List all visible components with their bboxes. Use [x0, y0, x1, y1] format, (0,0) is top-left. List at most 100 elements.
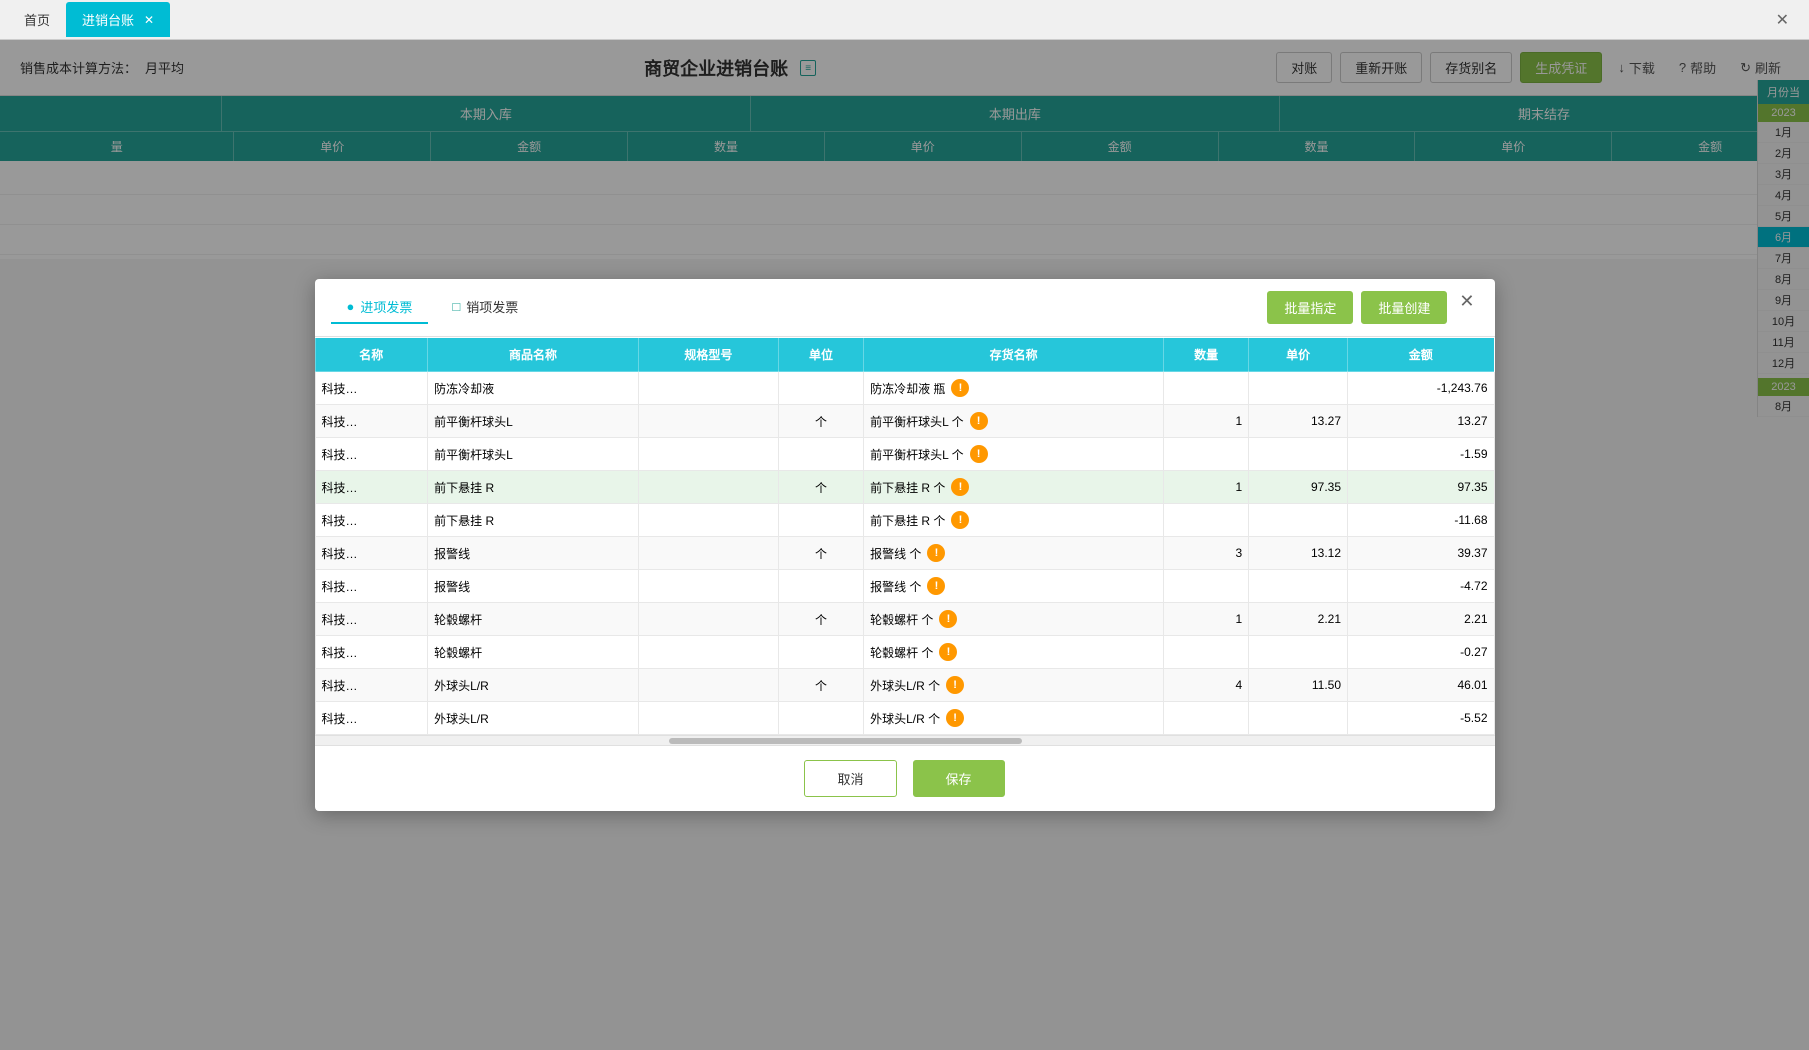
cell-quantity: 3: [1164, 537, 1249, 570]
cell-product-name: 外球头L/R: [428, 669, 639, 702]
th-price: 单价: [1249, 338, 1348, 372]
cell-quantity: [1164, 636, 1249, 669]
modal-close-button[interactable]: ✕: [1455, 291, 1478, 324]
cell-price: [1249, 504, 1348, 537]
outgoing-invoice-icon: □: [452, 299, 460, 314]
tab-ledger[interactable]: 进销台账 ✕: [66, 2, 170, 37]
save-button[interactable]: 保存: [913, 760, 1005, 797]
cell-price: [1249, 636, 1348, 669]
th-spec: 规格型号: [638, 338, 778, 372]
main-area: 销售成本计算方法： 月平均 商贸企业进销台账 ≡ 对账 重新开账 存货别名 生成…: [0, 40, 1809, 1050]
cell-amount: -1.59: [1348, 438, 1494, 471]
warning-icon: !: [927, 577, 945, 595]
cell-stock-name: 前下悬挂 R 个!: [864, 471, 1163, 503]
table-row[interactable]: 科技…前下悬挂 R个前下悬挂 R 个!197.3597.35: [315, 471, 1494, 504]
batch-assign-button[interactable]: 批量指定: [1267, 291, 1353, 324]
warning-icon: !: [927, 544, 945, 562]
table-row[interactable]: 科技…轮毂螺杆轮毂螺杆 个!-0.27: [315, 636, 1494, 669]
cell-spec: [638, 537, 778, 570]
app-close-button[interactable]: ✕: [1764, 10, 1801, 30]
cell-stock-name: 前平衡杆球头L 个!: [864, 405, 1163, 437]
cell-unit: [779, 438, 864, 471]
cell-price: 2.21: [1249, 603, 1348, 636]
th-amount: 金额: [1348, 338, 1494, 372]
modal-header-actions: 批量指定 批量创建 ✕: [1267, 291, 1478, 324]
table-row[interactable]: 科技…前平衡杆球头L个前平衡杆球头L 个!113.2713.27: [315, 405, 1494, 438]
cell-stock-name: 报警线 个!: [864, 570, 1163, 602]
cell-name: 科技…: [315, 504, 428, 537]
cell-stock-name: 轮毂螺杆 个!: [864, 603, 1163, 635]
cell-unit: [779, 636, 864, 669]
cell-product-name: 报警线: [428, 537, 639, 570]
cell-spec: [638, 669, 778, 702]
warning-icon: !: [951, 379, 969, 397]
cell-spec: [638, 438, 778, 471]
cell-price: [1249, 702, 1348, 735]
cell-quantity: [1164, 504, 1249, 537]
table-row[interactable]: 科技…外球头L/R外球头L/R 个!-5.52: [315, 702, 1494, 735]
cell-spec: [638, 636, 778, 669]
batch-create-button[interactable]: 批量创建: [1361, 291, 1447, 324]
table-row[interactable]: 科技…外球头L/R个外球头L/R 个!411.5046.01: [315, 669, 1494, 702]
cell-product-name: 轮毂螺杆: [428, 636, 639, 669]
cell-spec: [638, 504, 778, 537]
cell-amount: 2.21: [1348, 603, 1494, 636]
table-row[interactable]: 科技…前平衡杆球头L 前平衡杆球头L 个! -1.59: [315, 438, 1494, 471]
cell-unit: 个: [779, 471, 864, 504]
cell-quantity: 4: [1164, 669, 1249, 702]
modal-overlay: ● 进项发票 □ 销项发票 批量指定 批量创建 ✕: [0, 40, 1809, 1050]
th-unit: 单位: [779, 338, 864, 372]
table-row[interactable]: 科技…前下悬挂 R前下悬挂 R 个!-11.68: [315, 504, 1494, 537]
cancel-button[interactable]: 取消: [804, 760, 896, 797]
cell-name: 科技…: [315, 438, 428, 471]
cell-spec: [638, 372, 778, 405]
cell-unit: [779, 372, 864, 405]
cell-stock-name: 外球头L/R 个!: [864, 702, 1163, 734]
table-row[interactable]: 科技…报警线个报警线 个!313.1239.37: [315, 537, 1494, 570]
th-quantity: 数量: [1164, 338, 1249, 372]
cell-product-name: 防冻冷却液: [428, 372, 639, 405]
warning-icon: !: [951, 511, 969, 529]
cell-stock-name: 前平衡杆球头L 个!: [864, 438, 1163, 470]
incoming-invoice-icon: ●: [347, 299, 355, 314]
warning-icon: !: [946, 676, 964, 694]
tab-outgoing-invoice[interactable]: □ 销项发票: [436, 291, 534, 324]
th-product-name: 商品名称: [428, 338, 639, 372]
cell-amount: -4.72: [1348, 570, 1494, 603]
cell-price: 13.27: [1249, 405, 1348, 438]
table-row[interactable]: 科技…防冻冷却液防冻冷却液 瓶!-1,243.76: [315, 372, 1494, 405]
cell-quantity: 1: [1164, 405, 1249, 438]
cell-product-name: 外球头L/R: [428, 702, 639, 735]
cell-product-name: 前平衡杆球头L: [428, 405, 639, 438]
cell-spec: [638, 702, 778, 735]
modal-table: 名称 商品名称 规格型号 单位 存货名称 数量 单价 金额 科技…防冻冷却液防冻…: [315, 337, 1495, 735]
cell-quantity: 1: [1164, 471, 1249, 504]
cell-spec: [638, 405, 778, 438]
tab-home[interactable]: 首页: [8, 2, 66, 37]
warning-icon: !: [939, 610, 957, 628]
cell-name: 科技…: [315, 669, 428, 702]
cell-quantity: [1164, 438, 1249, 471]
cell-quantity: [1164, 570, 1249, 603]
cell-name: 科技…: [315, 603, 428, 636]
cell-stock-name: 轮毂螺杆 个!: [864, 636, 1163, 668]
cell-amount: 13.27: [1348, 405, 1494, 438]
cell-amount: -1,243.76: [1348, 372, 1494, 405]
warning-icon: !: [951, 478, 969, 496]
cell-quantity: 1: [1164, 603, 1249, 636]
cell-name: 科技…: [315, 471, 428, 504]
cell-price: 97.35: [1249, 471, 1348, 504]
cell-name: 科技…: [315, 405, 428, 438]
tab-close-ledger[interactable]: ✕: [144, 13, 154, 27]
modal-scrollbar[interactable]: [315, 735, 1495, 745]
th-name: 名称: [315, 338, 428, 372]
cell-spec: [638, 471, 778, 504]
warning-icon: !: [939, 643, 957, 661]
warning-icon: !: [946, 709, 964, 727]
cell-name: 科技…: [315, 570, 428, 603]
cell-product-name: 前平衡杆球头L: [428, 438, 639, 471]
table-row[interactable]: 科技…报警线报警线 个!-4.72: [315, 570, 1494, 603]
table-row[interactable]: 科技…轮毂螺杆个轮毂螺杆 个!12.212.21: [315, 603, 1494, 636]
tab-incoming-invoice[interactable]: ● 进项发票: [331, 291, 429, 324]
warning-icon: !: [970, 445, 988, 463]
